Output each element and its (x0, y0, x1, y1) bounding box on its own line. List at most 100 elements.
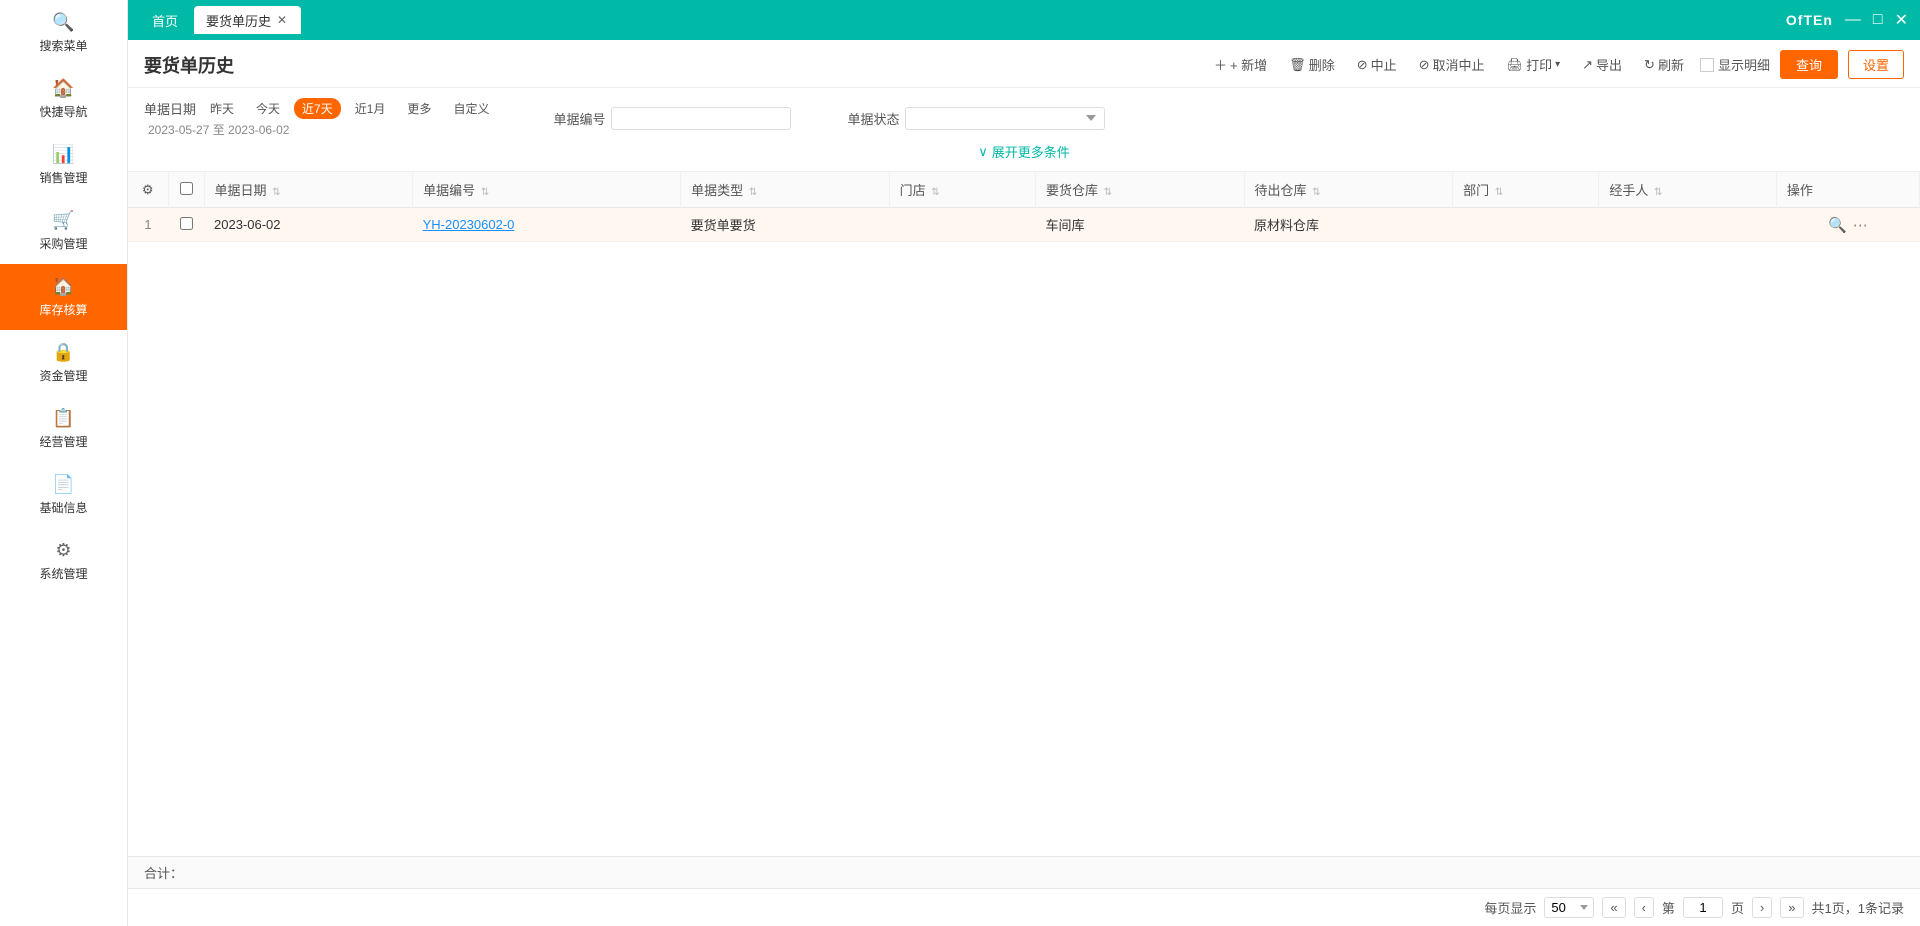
action-buttons: 🔍 ⋯ (1786, 216, 1909, 234)
search-icon: 🔍 (52, 12, 74, 33)
col-doc-no[interactable]: 单据编号 ⇅ (413, 172, 681, 208)
inventory-icon: 🏠 (52, 276, 74, 297)
main-area: 首页 要货单历史 ✕ OfTEn — □ ✕ 要货单历史 ＋ + 新增 🗑 (128, 0, 1920, 926)
home-icon: 🏠 (52, 78, 74, 99)
sidebar-item-finance[interactable]: 🔒 资金管理 (0, 330, 127, 396)
expand-more-button[interactable]: ∨ 展开更多条件 (144, 138, 1904, 165)
col-dept[interactable]: 部门 ⇅ (1453, 172, 1599, 208)
tab-home-label: 首页 (152, 11, 178, 30)
cancel-stop-button[interactable]: ⊘ 取消中止 (1413, 51, 1491, 78)
date-filter-label: 单据日期 (144, 99, 196, 118)
sidebar-item-system[interactable]: ⚙ 系统管理 (0, 528, 127, 594)
table-header-row: ⚙ 单据日期 ⇅ 单据编号 ⇅ 单据类型 (128, 172, 1920, 208)
table-row: 1 2023-06-02 YH-20230602-0 要货单要货 车间库 原材料… (128, 208, 1920, 242)
maximize-icon[interactable]: □ (1873, 11, 1883, 29)
per-page-select[interactable]: 10 20 50 100 (1544, 897, 1594, 918)
col-store[interactable]: 门店 ⇅ (889, 172, 1035, 208)
stop-icon: ⊘ (1357, 57, 1368, 73)
ops-icon: 📋 (52, 408, 74, 429)
sidebar-item-basic[interactable]: 📄 基础信息 (0, 462, 127, 528)
tab-history-label: 要货单历史 (206, 11, 271, 30)
page-label-pre: 第 (1662, 898, 1675, 917)
setting-button[interactable]: 设置 (1848, 50, 1904, 79)
date-range-display: 2023-05-27 至 2023-06-02 (148, 121, 289, 138)
row-checkbox[interactable] (180, 217, 193, 230)
sidebar-item-label: 经营管理 (39, 433, 87, 450)
date-btn-more[interactable]: 更多 (399, 98, 439, 119)
sidebar-item-operations[interactable]: 📋 经营管理 (0, 396, 127, 462)
col-checkbox[interactable] (168, 172, 204, 208)
select-all-checkbox[interactable] (180, 182, 193, 195)
new-button[interactable]: ＋ + 新增 (1208, 51, 1273, 78)
page-number-input[interactable] (1683, 897, 1723, 918)
row-pending-warehouse: 原材料仓库 (1244, 208, 1453, 242)
row-doc-type: 要货单要货 (681, 208, 890, 242)
tab-history[interactable]: 要货单历史 ✕ (194, 6, 301, 34)
view-action-icon[interactable]: 🔍 (1828, 216, 1847, 234)
new-icon: ＋ (1214, 55, 1227, 74)
sidebar-item-label: 搜索菜单 (39, 37, 87, 54)
col-handler[interactable]: 经手人 ⇅ (1599, 172, 1776, 208)
sidebar-item-purchase[interactable]: 🛒 采购管理 (0, 198, 127, 264)
last-page-button[interactable]: » (1780, 897, 1803, 918)
date-btn-1month[interactable]: 近1月 (347, 98, 394, 119)
delete-button[interactable]: 🗑 删除 (1283, 51, 1341, 78)
export-button[interactable]: ↗ 导出 (1576, 51, 1628, 78)
date-btn-today[interactable]: 今天 (248, 98, 288, 119)
table-footer: 合计： (128, 856, 1920, 888)
tab-close-icon[interactable]: ✕ (275, 13, 289, 27)
col-date[interactable]: 单据日期 ⇅ (204, 172, 413, 208)
sidebar-item-label: 快捷导航 (39, 103, 87, 120)
sidebar-item-search[interactable]: 🔍 搜索菜单 (0, 0, 127, 66)
pagination: 每页显示 10 20 50 100 « ‹ 第 页 › » 共1页，1条记录 (128, 888, 1920, 926)
doc-no-input[interactable] (611, 107, 791, 130)
row-num: 1 (128, 208, 168, 242)
lock-icon: 🔒 (52, 342, 74, 363)
date-btn-custom[interactable]: 自定义 (445, 98, 497, 119)
query-button[interactable]: 查询 (1780, 50, 1838, 79)
col-settings[interactable]: ⚙ (128, 172, 168, 208)
tab-home[interactable]: 首页 (140, 6, 190, 34)
date-btn-7days[interactable]: 近7天 (294, 98, 341, 119)
stop-button[interactable]: ⊘ 中止 (1351, 51, 1403, 78)
sidebar-item-quicknav[interactable]: 🏠 快捷导航 (0, 66, 127, 132)
sidebar-item-inventory[interactable]: 🏠 库存核算 (0, 264, 127, 330)
col-pending-warehouse[interactable]: 待出仓库 ⇅ (1244, 172, 1453, 208)
sidebar-item-label: 基础信息 (39, 499, 87, 516)
first-page-button[interactable]: « (1602, 897, 1625, 918)
col-req-warehouse[interactable]: 要货仓库 ⇅ (1035, 172, 1244, 208)
next-page-button[interactable]: › (1752, 897, 1772, 918)
chevron-down-icon: ∨ (978, 144, 988, 160)
col-doc-type[interactable]: 单据类型 ⇅ (681, 172, 890, 208)
row-handler (1599, 208, 1776, 242)
date-btn-yesterday[interactable]: 昨天 (202, 98, 242, 119)
per-page-label: 每页显示 (1484, 898, 1536, 917)
display-detail-toggle[interactable]: 显示明细 (1700, 55, 1770, 74)
sort-icon-reqwh: ⇅ (1104, 187, 1112, 198)
sidebar-item-sales[interactable]: 📊 销售管理 (0, 132, 127, 198)
export-icon: ↗ (1582, 57, 1593, 73)
total-label: 合计： (144, 866, 183, 881)
sort-icon-docno: ⇅ (481, 187, 489, 198)
row-doc-no[interactable]: YH-20230602-0 (413, 208, 681, 242)
doc-icon: 📄 (52, 474, 74, 495)
total-info: 共1页，1条记录 (1812, 898, 1904, 917)
refresh-button[interactable]: ↻ 刷新 (1638, 51, 1690, 78)
row-req-warehouse: 车间库 (1035, 208, 1244, 242)
minimize-icon[interactable]: — (1845, 11, 1861, 29)
prev-page-button[interactable]: ‹ (1634, 897, 1654, 918)
table-container: ⚙ 单据日期 ⇅ 单据编号 ⇅ 单据类型 (128, 172, 1920, 856)
page-label-post: 页 (1731, 898, 1744, 917)
sidebar-item-label: 库存核算 (39, 301, 87, 318)
col-actions: 操作 (1776, 172, 1919, 208)
display-detail-checkbox[interactable] (1700, 58, 1714, 72)
print-button[interactable]: 🖨 打印 ▾ (1501, 51, 1567, 78)
row-checkbox-cell[interactable] (168, 208, 204, 242)
page-header: 要货单历史 ＋ + 新增 🗑 删除 ⊘ 中止 ⊘ 取消中止 (128, 40, 1920, 88)
sidebar-item-label: 资金管理 (39, 367, 87, 384)
close-window-icon[interactable]: ✕ (1895, 10, 1908, 30)
print-arrow-icon: ▾ (1555, 59, 1560, 70)
status-select[interactable]: 已审核 未审核 已作废 (905, 107, 1105, 130)
more-action-icon[interactable]: ⋯ (1853, 216, 1868, 234)
data-table: ⚙ 单据日期 ⇅ 单据编号 ⇅ 单据类型 (128, 172, 1920, 242)
